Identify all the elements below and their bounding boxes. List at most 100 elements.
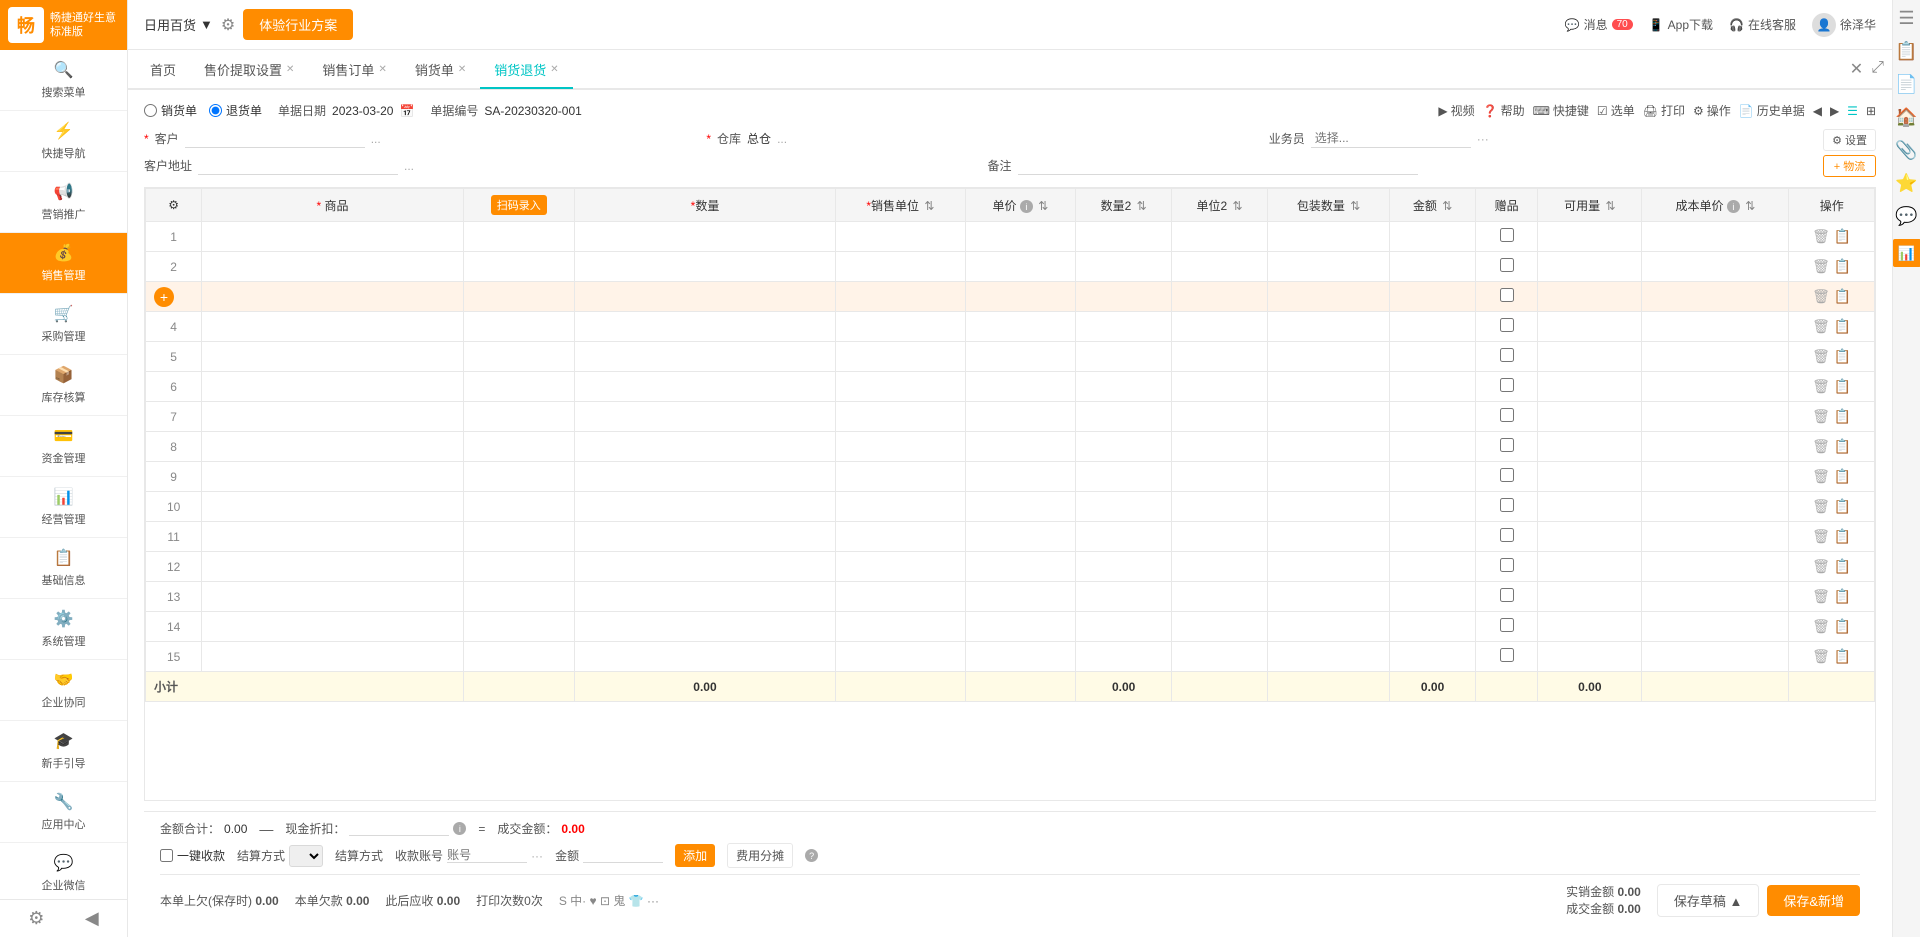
address-dots[interactable]: ... (404, 159, 414, 173)
copy-5[interactable]: 📋 (1834, 348, 1851, 365)
delete-row-1-icon[interactable]: 🗑 (1812, 228, 1830, 245)
sidebar-item-inventory[interactable]: 📦 库存核算 (0, 355, 127, 416)
discount-input[interactable] (349, 821, 449, 836)
customer-input[interactable] (185, 129, 365, 148)
gift-checkbox-11[interactable] (1500, 528, 1514, 542)
sidebar-item-guide[interactable]: 🎓 新手引导 (0, 721, 127, 782)
sidebar-item-marketing[interactable]: 📢 营销推广 (0, 172, 127, 233)
onepay-checkbox-field[interactable]: 一键收款 (160, 847, 225, 864)
right-sidebar-icon-1[interactable]: ☰ (1898, 8, 1914, 29)
discount-info-icon[interactable]: i (453, 822, 466, 835)
product-input-1[interactable] (210, 230, 455, 244)
nav-next-icon[interactable]: ▶ (1830, 104, 1839, 118)
topbar-gear-icon[interactable]: ⚙ (221, 15, 235, 35)
tab-close-sales-order[interactable]: ✕ (378, 64, 386, 75)
sidebar-item-basic[interactable]: 📋 基础信息 (0, 538, 127, 599)
account-dots[interactable]: ··· (531, 849, 543, 863)
list-view-icon[interactable]: ☰ (1847, 104, 1858, 118)
packqty-sort-icon[interactable]: ⇅ (1350, 199, 1360, 213)
sidebar-item-search[interactable]: 🔍 搜索菜单 (0, 50, 127, 111)
tab-close-price-settings[interactable]: ✕ (286, 64, 294, 75)
gift-checkbox-7[interactable] (1500, 408, 1514, 422)
copy-14[interactable]: 📋 (1834, 618, 1851, 635)
del-9[interactable]: 🗑 (1812, 468, 1830, 485)
gift-checkbox-4[interactable] (1500, 318, 1514, 332)
save-draft-btn[interactable]: 保存草稿 ▲ (1657, 884, 1760, 917)
scan-btn[interactable]: 扫码录入 (491, 195, 547, 215)
copy-7[interactable]: 📋 (1834, 408, 1851, 425)
sidebar-item-wechat[interactable]: 💬 企业微信 (0, 843, 127, 899)
gift-checkbox-10[interactable] (1500, 498, 1514, 512)
tab-sales-return[interactable]: 销货退货 ✕ (480, 52, 572, 89)
cost-sort-icon[interactable]: ⇅ (1745, 199, 1755, 213)
del-14[interactable]: 🗑 (1812, 618, 1830, 635)
gift-checkbox-13[interactable] (1500, 588, 1514, 602)
radio-sale-input[interactable] (144, 104, 157, 117)
sidebar-item-operation[interactable]: 📊 经营管理 (0, 477, 127, 538)
available-sort-icon[interactable]: ⇅ (1605, 199, 1615, 213)
price-sort-icon[interactable]: ⇅ (1038, 199, 1048, 213)
toolbar-operation[interactable]: ⚙ 操作 (1693, 102, 1731, 119)
radio-return-input[interactable] (209, 104, 222, 117)
right-sidebar-icon-2[interactable]: 📋 (1895, 41, 1917, 62)
toolbar-help[interactable]: ❓ 帮助 (1483, 102, 1525, 119)
gift-checkbox-1[interactable] (1500, 228, 1514, 242)
sidebar-item-enterprise[interactable]: 🤝 企业协同 (0, 660, 127, 721)
sidebar-item-purchase[interactable]: 🛒 采购管理 (0, 294, 127, 355)
copy-9[interactable]: 📋 (1834, 468, 1851, 485)
copy-13[interactable]: 📋 (1834, 588, 1851, 605)
right-sidebar-icon-5[interactable]: 📎 (1895, 140, 1917, 161)
copy-row-1-icon[interactable]: 📋 (1834, 228, 1851, 245)
add-item-btn[interactable]: 添加 (675, 844, 715, 867)
del-13[interactable]: 🗑 (1812, 588, 1830, 605)
copy-11[interactable]: 📋 (1834, 528, 1851, 545)
price-info-icon[interactable]: i (1020, 200, 1033, 213)
gift-checkbox-9[interactable] (1500, 468, 1514, 482)
gift-checkbox-14[interactable] (1500, 618, 1514, 632)
copy-4[interactable]: 📋 (1834, 318, 1851, 335)
gift-checkbox-12[interactable] (1500, 558, 1514, 572)
toolbar-history[interactable]: 📄 历史单据 (1739, 102, 1805, 119)
settings-bottom-icon[interactable]: ⚙ (28, 908, 44, 929)
gift-checkbox-active[interactable] (1500, 288, 1514, 302)
nav-prev-icon[interactable]: ◀ (1813, 104, 1822, 118)
settlement-select[interactable] (289, 845, 323, 867)
amount-sort-icon[interactable]: ⇅ (1442, 199, 1452, 213)
right-sidebar-icon-7[interactable]: 💬 (1895, 206, 1917, 227)
tab-price-settings[interactable]: 售价提取设置 ✕ (190, 52, 308, 89)
copy-8[interactable]: 📋 (1834, 438, 1851, 455)
tab-close-sales-return[interactable]: ✕ (550, 64, 558, 75)
sidebar-item-apps[interactable]: 🔧 应用中心 (0, 782, 127, 843)
calendar-icon[interactable]: 📅 (399, 104, 414, 118)
th-settings[interactable]: ⚙ (146, 189, 202, 222)
radio-sale[interactable]: 销货单 (144, 102, 197, 119)
tab-maximize-icon[interactable]: ⤢ (1871, 59, 1884, 79)
save-new-btn[interactable]: 保存&新增 (1767, 885, 1860, 916)
del-10[interactable]: 🗑 (1812, 498, 1830, 515)
del-4[interactable]: 🗑 (1812, 318, 1830, 335)
del-5[interactable]: 🗑 (1812, 348, 1830, 365)
sidebar-item-shortcut[interactable]: ⚡ 快捷导航 (0, 111, 127, 172)
sidebar-item-sales[interactable]: 💰 销售管理 (0, 233, 127, 294)
logistics-btn[interactable]: + 物流 (1823, 155, 1876, 177)
radio-return[interactable]: 退货单 (209, 102, 262, 119)
amount-footer-input[interactable] (583, 848, 663, 863)
gift-checkbox-2[interactable] (1500, 258, 1514, 272)
toolbar-print[interactable]: 🖨 打印 (1643, 102, 1685, 119)
gift-checkbox-8[interactable] (1500, 438, 1514, 452)
onepay-checkbox[interactable] (160, 849, 173, 862)
online-service-item[interactable]: 🎧 在线客服 (1729, 16, 1796, 33)
gift-checkbox-15[interactable] (1500, 648, 1514, 662)
del-6[interactable]: 🗑 (1812, 378, 1830, 395)
gift-checkbox-6[interactable] (1500, 378, 1514, 392)
copy-12[interactable]: 📋 (1834, 558, 1851, 575)
copy-15[interactable]: 📋 (1834, 648, 1851, 665)
gift-checkbox-5[interactable] (1500, 348, 1514, 362)
unit-sort-icon[interactable]: ⇅ (924, 199, 934, 213)
draft-dropdown-icon[interactable]: ▲ (1729, 894, 1742, 909)
staff-dots[interactable]: ··· (1477, 132, 1489, 146)
nav-selector[interactable]: 日用百货 ▼ (144, 15, 213, 34)
cost-info-icon[interactable]: i (1727, 200, 1740, 213)
sidebar-item-finance[interactable]: 💳 资金管理 (0, 416, 127, 477)
note-input[interactable] (1018, 156, 1418, 175)
